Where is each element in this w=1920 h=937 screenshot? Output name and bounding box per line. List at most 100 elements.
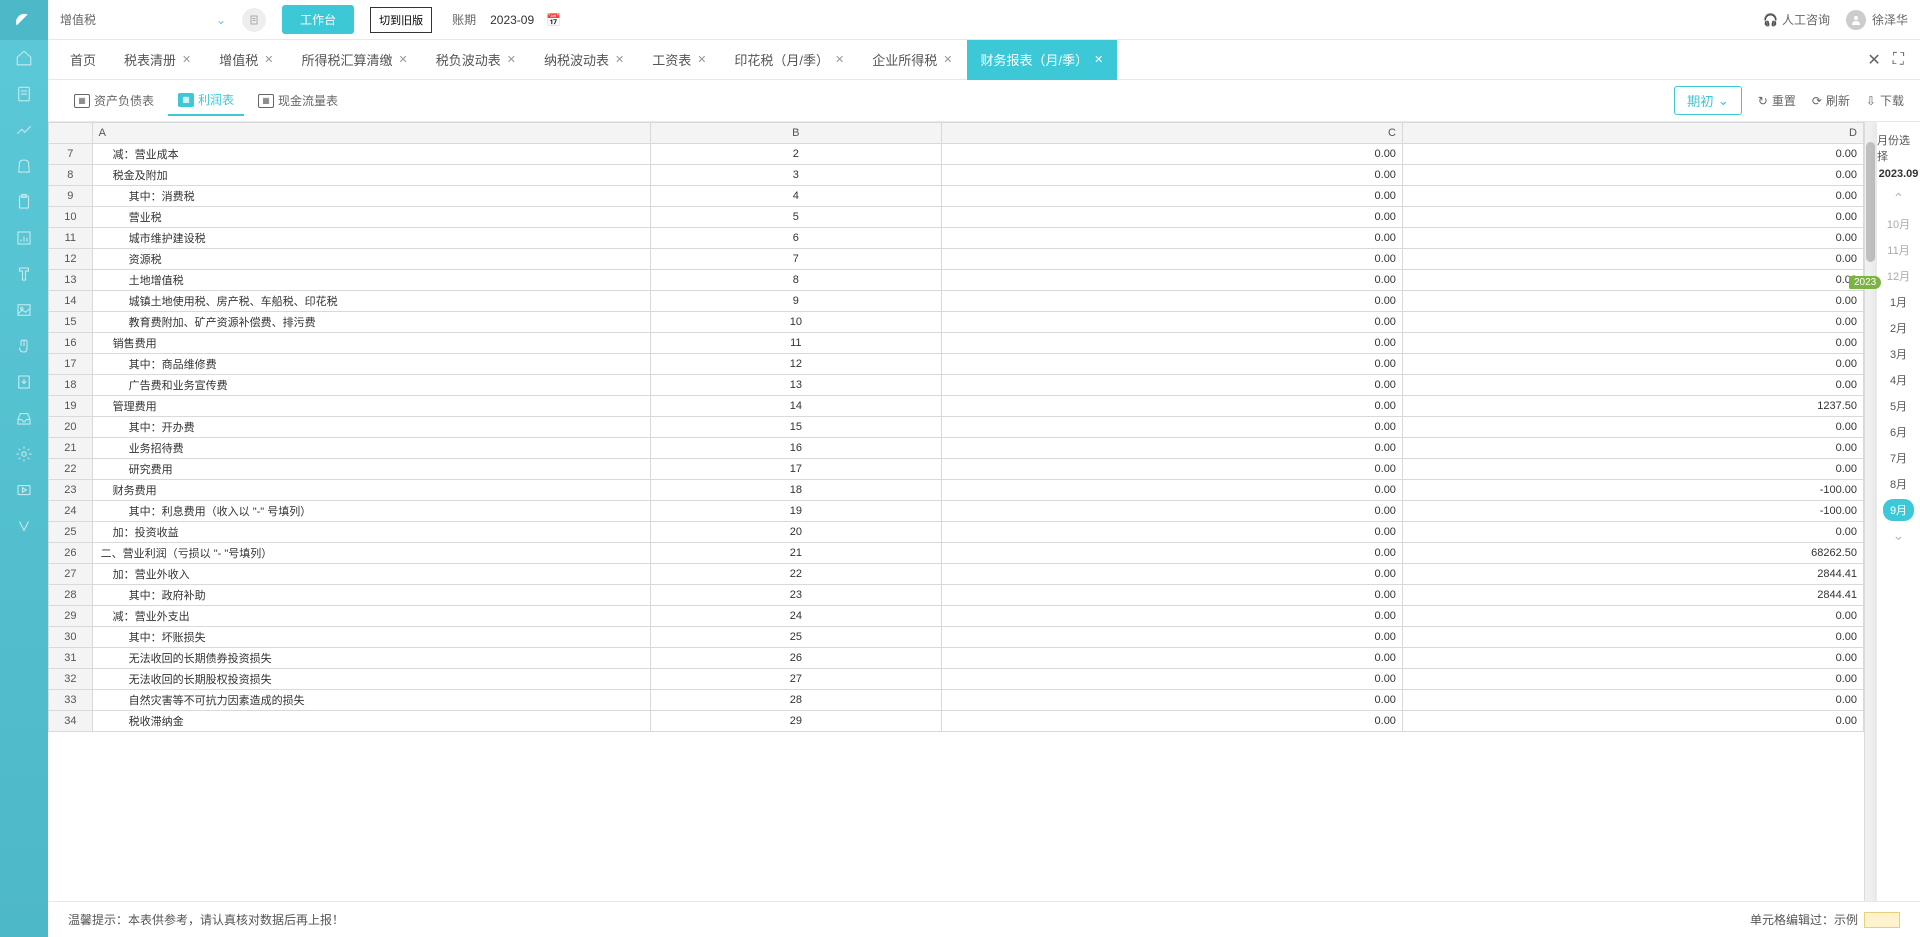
cell[interactable]: 加：营业外收入 [92,564,650,585]
cell[interactable]: 其中：开办费 [92,417,650,438]
row-header[interactable]: 26 [49,543,93,564]
tab-2[interactable]: 增值税✕ [205,40,287,80]
cell[interactable]: 0.00 [1402,627,1863,648]
cell[interactable]: 税金及附加 [92,165,650,186]
cell[interactable]: 0.00 [941,627,1402,648]
period-init-button[interactable]: 期初 ⌄ [1674,86,1742,115]
nav-home-icon[interactable] [0,40,48,76]
cell[interactable]: 25 [650,627,941,648]
row-header[interactable]: 21 [49,438,93,459]
close-icon[interactable]: ✕ [1094,53,1103,66]
cell[interactable]: 税收滞纳金 [92,711,650,732]
cell[interactable]: 土地增值税 [92,270,650,291]
cell[interactable]: 资源税 [92,249,650,270]
month-item[interactable]: 5月 [1877,393,1920,419]
row-header[interactable]: 15 [49,312,93,333]
cell[interactable]: 27 [650,669,941,690]
switch-old-button[interactable]: 切到旧版 [370,7,432,33]
row-header[interactable]: 34 [49,711,93,732]
row-header[interactable]: 18 [49,375,93,396]
cell[interactable]: 15 [650,417,941,438]
tab-9[interactable]: 财务报表（月/季）✕ [967,40,1118,80]
cell[interactable]: 0.00 [941,585,1402,606]
close-icon[interactable]: ✕ [615,53,624,66]
row-header[interactable]: 23 [49,480,93,501]
subtab-2[interactable]: ▦现金流量表 [248,85,348,116]
row-header[interactable]: 27 [49,564,93,585]
cell[interactable]: 14 [650,396,941,417]
cell[interactable]: 二、营业利润（亏损以 "- "号填列） [92,543,650,564]
cell[interactable]: 22 [650,564,941,585]
cell[interactable]: 0.00 [941,669,1402,690]
cell[interactable]: 业务招待费 [92,438,650,459]
cell[interactable]: 21 [650,543,941,564]
cell[interactable]: 23 [650,585,941,606]
close-icon[interactable]: ✕ [835,53,844,66]
cell[interactable]: 0.00 [941,459,1402,480]
cell[interactable]: 5 [650,207,941,228]
cell[interactable]: 4 [650,186,941,207]
row-header[interactable]: 22 [49,459,93,480]
tab-6[interactable]: 工资表✕ [638,40,720,80]
row-header[interactable]: 12 [49,249,93,270]
cell[interactable]: 0.00 [941,333,1402,354]
cell[interactable]: 0.00 [1402,375,1863,396]
period-value[interactable]: 2023-09 [490,13,534,27]
row-header[interactable]: 17 [49,354,93,375]
cell[interactable]: 2844.41 [1402,585,1863,606]
cell[interactable]: 11 [650,333,941,354]
month-item[interactable]: 6月 [1877,419,1920,445]
cell[interactable]: 26 [650,648,941,669]
tab-5[interactable]: 纳税波动表✕ [530,40,638,80]
cell[interactable]: 0.00 [941,438,1402,459]
nav-hand-icon[interactable] [0,328,48,364]
row-header[interactable]: 20 [49,417,93,438]
row-header[interactable]: 9 [49,186,93,207]
cell[interactable]: 0.00 [1402,291,1863,312]
row-header[interactable]: 14 [49,291,93,312]
vertical-scrollbar[interactable] [1864,122,1876,901]
month-next-icon[interactable]: ⌄ [1889,523,1909,548]
cell[interactable]: 0.00 [1402,522,1863,543]
cell[interactable]: 8 [650,270,941,291]
month-item[interactable]: 1月 [1877,289,1920,315]
cell[interactable]: 自然灾害等不可抗力因素造成的损失 [92,690,650,711]
cell[interactable]: 68262.50 [1402,543,1863,564]
cell[interactable]: 0.00 [941,690,1402,711]
cell[interactable]: 0.00 [941,501,1402,522]
cell[interactable]: 城市维护建设税 [92,228,650,249]
reset-button[interactable]: ↻重置 [1758,92,1796,109]
cell[interactable]: 12 [650,354,941,375]
row-header[interactable]: 11 [49,228,93,249]
nav-export-icon[interactable] [0,364,48,400]
tab-3[interactable]: 所得税汇算清缴✕ [287,40,421,80]
tab-7[interactable]: 印花税（月/季）✕ [720,40,858,80]
cell[interactable]: 0.00 [1402,648,1863,669]
user-menu[interactable]: 徐泽华 [1846,10,1908,30]
column-header[interactable]: B [650,123,941,144]
cell[interactable]: 0.00 [941,144,1402,165]
tab-1[interactable]: 税表清册✕ [110,40,205,80]
close-icon[interactable]: ✕ [264,53,273,66]
month-item[interactable]: 2月 [1877,315,1920,341]
cell[interactable]: 1237.50 [1402,396,1863,417]
nav-settings-icon[interactable] [0,436,48,472]
cell[interactable]: 2 [650,144,941,165]
cell[interactable]: 0.00 [941,648,1402,669]
cell[interactable]: 0.00 [941,186,1402,207]
cell[interactable]: 其中：商品维修费 [92,354,650,375]
calendar-icon[interactable]: 📅 [546,13,561,27]
column-header[interactable]: A [92,123,650,144]
row-header[interactable]: 31 [49,648,93,669]
cell[interactable]: 广告费和业务宣传费 [92,375,650,396]
select-all-corner[interactable] [49,123,93,144]
cell[interactable]: 0.00 [1402,438,1863,459]
refresh-button[interactable]: ⟳刷新 [1812,92,1850,109]
row-header[interactable]: 29 [49,606,93,627]
row-header[interactable]: 19 [49,396,93,417]
cell[interactable]: 9 [650,291,941,312]
row-header[interactable]: 30 [49,627,93,648]
cell[interactable]: 0.00 [941,291,1402,312]
cell[interactable]: 20 [650,522,941,543]
cell[interactable]: 0.00 [1402,312,1863,333]
